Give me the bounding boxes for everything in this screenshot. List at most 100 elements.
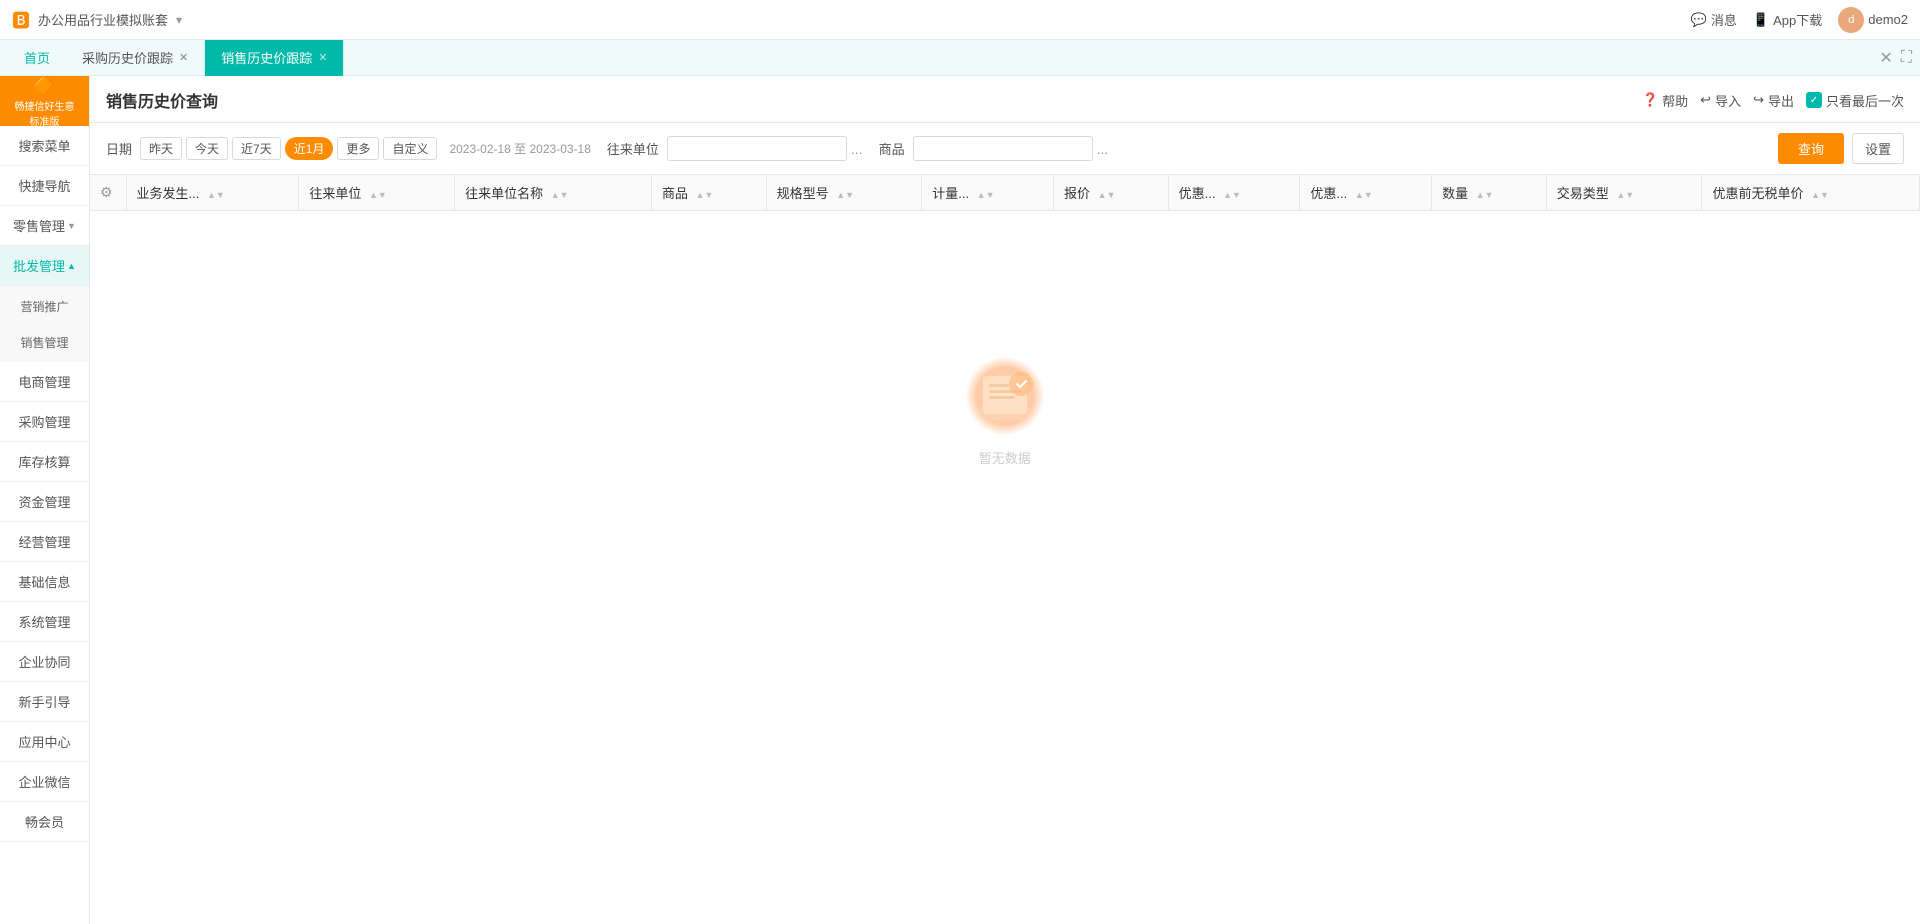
sidebar-item-finance[interactable]: 资金管理 — [0, 482, 89, 522]
date-btn-yesterday[interactable]: 昨天 — [140, 137, 182, 160]
goods-input[interactable] — [913, 136, 1093, 161]
only-last-checkbox[interactable]: ✓ 只看最后一次 — [1806, 91, 1904, 110]
page-header: 销售历史价查询 ❓ 帮助 ↩ 导入 ↪ 导出 ✓ 只看最后一次 — [90, 76, 1920, 123]
sidebar-item-purchase[interactable]: 采购管理 — [0, 402, 89, 442]
date-btn-more[interactable]: 更多 — [337, 137, 379, 160]
sort-discount1-icon[interactable]: ▲▼ — [1223, 191, 1241, 200]
top-bar-right: 💬 消息 📱 App下载 d demo2 — [1691, 7, 1908, 33]
sidebar: 🔶 畅捷信好生意 标准版 搜索菜单 快捷导航 零售管理 ▼ 批发管理 ▲ 营销推… — [0, 76, 90, 924]
date-buttons: 昨天 今天 近7天 近1月 更多 自定义 — [140, 137, 437, 160]
close-tab1-icon[interactable]: ✕ — [179, 51, 188, 64]
tab-home[interactable]: 首页 — [8, 40, 66, 76]
help-icon: ❓ — [1642, 92, 1658, 108]
main-layout: 🔶 畅捷信好生意 标准版 搜索菜单 快捷导航 零售管理 ▼ 批发管理 ▲ 营销推… — [0, 76, 1920, 924]
col-discount2: 优惠... ▲▼ — [1300, 175, 1432, 211]
sort-pretax-icon[interactable]: ▲▼ — [1811, 191, 1829, 200]
col-settings: ⚙ — [90, 175, 126, 211]
col-price: 报价 ▲▼ — [1054, 175, 1169, 211]
sidebar-sub-item-marketing[interactable]: 营销推广 — [0, 288, 89, 324]
partner-input[interactable] — [667, 136, 847, 161]
message-icon: 💬 — [1691, 12, 1707, 28]
sidebar-item-member[interactable]: 畅会员 — [0, 802, 89, 842]
date-btn-1month[interactable]: 近1月 — [285, 137, 334, 160]
sort-date-icon[interactable]: ▲▼ — [207, 191, 225, 200]
sidebar-item-retail[interactable]: 零售管理 ▼ — [0, 206, 89, 246]
col-qty: 数量 ▲▼ — [1432, 175, 1547, 211]
sidebar-item-newuser[interactable]: 新手引导 — [0, 682, 89, 722]
col-date: 业务发生... ▲▼ — [126, 175, 299, 211]
import-icon: ↩ — [1700, 92, 1711, 108]
sidebar-item-wechat[interactable]: 企业微信 — [0, 762, 89, 802]
checkbox-icon: ✓ — [1806, 92, 1822, 108]
sort-partner-name-icon[interactable]: ▲▼ — [551, 191, 569, 200]
page-actions: ❓ 帮助 ↩ 导入 ↪ 导出 ✓ 只看最后一次 — [1642, 91, 1904, 110]
sort-goods-icon[interactable]: ▲▼ — [696, 191, 714, 200]
dropdown-arrow-icon[interactable]: ▾ — [176, 13, 182, 27]
tab-bar: 首页 采购历史价跟踪 ✕ 销售历史价跟踪 ✕ ✕ ⛶ — [0, 40, 1920, 76]
user-avatar[interactable]: d demo2 — [1838, 7, 1908, 33]
tab-sales-history[interactable]: 销售历史价跟踪 ✕ — [205, 40, 344, 76]
col-discount1: 优惠... ▲▼ — [1168, 175, 1300, 211]
date-btn-custom[interactable]: 自定义 — [383, 137, 437, 160]
tab-purchase-history[interactable]: 采购历史价跟踪 ✕ — [66, 40, 205, 76]
table-settings-icon[interactable]: ⚙ — [100, 184, 113, 200]
partner-filter-group: 往来单位 ... — [607, 136, 863, 161]
sort-price-icon[interactable]: ▲▼ — [1098, 191, 1116, 200]
top-bar: 🅱 办公用品行业模拟账套 ▾ 💬 消息 📱 App下载 d demo2 — [0, 0, 1920, 40]
col-spec: 规格型号 ▲▼ — [766, 175, 922, 211]
partner-label: 往来单位 — [607, 139, 659, 158]
filter-actions: 查询 设置 — [1778, 133, 1904, 164]
sidebar-item-wholesale[interactable]: 批发管理 ▲ — [0, 246, 89, 286]
settings-button[interactable]: 设置 — [1852, 133, 1904, 164]
table-wrapper: ⚙ 业务发生... ▲▼ 往来单位 ▲▼ 往来单位名称 ▲▼ 商品 ▲▼ — [90, 175, 1920, 924]
col-type: 交易类型 ▲▼ — [1546, 175, 1702, 211]
collapse-icon: ▲ — [67, 261, 76, 271]
logo-icon: 🅱 — [12, 7, 30, 33]
sidebar-item-operations[interactable]: 经营管理 — [0, 522, 89, 562]
goods-dots[interactable]: ... — [1097, 141, 1109, 157]
empty-illustration — [965, 356, 1045, 436]
date-btn-7days[interactable]: 近7天 — [232, 137, 281, 160]
message-btn[interactable]: 💬 消息 — [1691, 10, 1737, 29]
sidebar-sub-item-sales[interactable]: 销售管理 — [0, 324, 89, 360]
sidebar-logo-icon: 🔶 — [33, 76, 55, 96]
sidebar-item-search[interactable]: 搜索菜单 — [0, 126, 89, 166]
sort-qty-icon[interactable]: ▲▼ — [1476, 191, 1494, 200]
sort-partner-code-icon[interactable]: ▲▼ — [369, 191, 387, 200]
partner-dots[interactable]: ... — [851, 141, 863, 157]
sort-unit-icon[interactable]: ▲▼ — [977, 191, 995, 200]
sidebar-item-inventory[interactable]: 库存核算 — [0, 442, 89, 482]
empty-state: 暂无数据 — [90, 211, 1920, 611]
sidebar-item-appcenter[interactable]: 应用中心 — [0, 722, 89, 762]
date-btn-today[interactable]: 今天 — [186, 137, 228, 160]
close-all-tabs-btn[interactable]: ✕ — [1879, 48, 1892, 68]
sidebar-item-ecommerce[interactable]: 电商管理 — [0, 362, 89, 402]
sidebar-item-system[interactable]: 系统管理 — [0, 602, 89, 642]
goods-input-group: ... — [913, 136, 1109, 161]
sidebar-item-basic-info[interactable]: 基础信息 — [0, 562, 89, 602]
export-icon: ↪ — [1753, 92, 1764, 108]
query-button[interactable]: 查询 — [1778, 133, 1844, 164]
col-partner-code: 往来单位 ▲▼ — [299, 175, 455, 211]
maximize-btn[interactable]: ⛶ — [1901, 49, 1912, 67]
app-download-btn[interactable]: 📱 App下载 — [1753, 10, 1822, 29]
close-tab2-icon[interactable]: ✕ — [318, 51, 327, 64]
import-btn[interactable]: ↩ 导入 — [1700, 91, 1741, 110]
help-btn[interactable]: ❓ 帮助 — [1642, 91, 1688, 110]
filter-bar: 日期 昨天 今天 近7天 近1月 更多 自定义 2023-02-18 至 202… — [90, 123, 1920, 175]
col-unit: 计量... ▲▼ — [922, 175, 1054, 211]
sidebar-item-enterprise[interactable]: 企业协同 — [0, 642, 89, 682]
page-title: 销售历史价查询 — [106, 88, 218, 112]
goods-label: 商品 — [879, 139, 905, 158]
app-icon: 📱 — [1753, 12, 1769, 28]
sidebar-logo-text: 畅捷信好生意 标准版 — [15, 98, 75, 128]
top-bar-left: 🅱 办公用品行业模拟账套 ▾ — [12, 7, 182, 33]
empty-text: 暂无数据 — [979, 448, 1031, 467]
sort-type-icon[interactable]: ▲▼ — [1616, 191, 1634, 200]
content-area: 销售历史价查询 ❓ 帮助 ↩ 导入 ↪ 导出 ✓ 只看最后一次 — [90, 76, 1920, 924]
sort-spec-icon[interactable]: ▲▼ — [836, 191, 854, 200]
col-pretax-price: 优惠前无税单价 ▲▼ — [1702, 175, 1920, 211]
sort-discount2-icon[interactable]: ▲▼ — [1355, 191, 1373, 200]
sidebar-item-quicknav[interactable]: 快捷导航 — [0, 166, 89, 206]
export-btn[interactable]: ↪ 导出 — [1753, 91, 1794, 110]
